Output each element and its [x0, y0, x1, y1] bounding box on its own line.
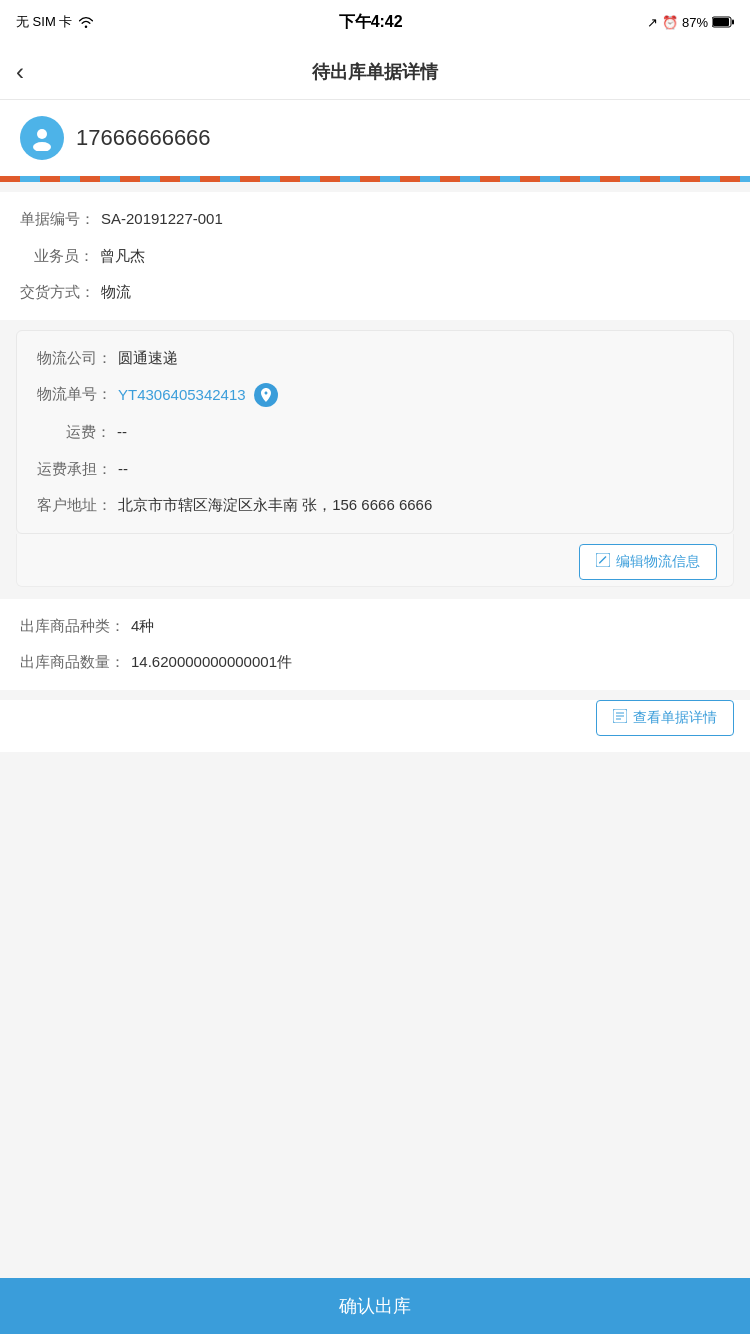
view-detail-button[interactable]: 查看单据详情 — [596, 700, 734, 736]
tracking-number-text: YT4306405342413 — [118, 384, 246, 407]
delivery-method-value: 物流 — [101, 281, 730, 304]
status-time: 下午4:42 — [339, 12, 403, 33]
doc-number-value: SA-20191227-001 — [101, 208, 730, 231]
address-value: 北京市市辖区海淀区永丰南 张，156 6666 6666 — [118, 494, 713, 517]
avatar — [20, 116, 64, 160]
item-quantity-label: 出库商品数量： — [20, 651, 131, 674]
svg-rect-1 — [713, 18, 729, 26]
logistics-company-value: 圆通速递 — [118, 347, 713, 370]
main-content: 17666666666 单据编号： SA-20191227-001 业务员： 曾… — [0, 100, 750, 1234]
delivery-method-row: 交货方式： 物流 — [20, 281, 730, 304]
sales-person-label: 业务员： — [20, 245, 100, 268]
battery-icon — [712, 16, 734, 28]
freight-bearer-label: 运费承担： — [37, 458, 118, 481]
sales-person-value: 曾凡杰 — [100, 245, 730, 268]
item-quantity-row: 出库商品数量： 14.620000000000001件 — [20, 651, 730, 674]
freight-label: 运费： — [37, 421, 117, 444]
edit-logistics-button[interactable]: 编辑物流信息 — [579, 544, 717, 580]
alarm-icon: ⏰ — [662, 15, 678, 30]
user-header: 17666666666 — [0, 100, 750, 176]
address-row: 客户地址： 北京市市辖区海淀区永丰南 张，156 6666 6666 — [37, 494, 713, 517]
doc-number-row: 单据编号： SA-20191227-001 — [20, 208, 730, 231]
logistics-card: 物流公司： 圆通速递 物流单号： YT4306405342413 运费： -- … — [16, 330, 734, 534]
delivery-method-label: 交货方式： — [20, 281, 101, 304]
location-icon: ↗ — [647, 15, 658, 30]
back-button[interactable]: ‹ — [16, 58, 24, 86]
tracking-number-row: 物流单号： YT4306405342413 — [37, 383, 713, 407]
logistics-company-label: 物流公司： — [37, 347, 118, 370]
status-right: ↗ ⏰ 87% — [647, 15, 734, 30]
item-types-row: 出库商品种类： 4种 — [20, 615, 730, 638]
svg-rect-2 — [732, 20, 734, 25]
item-types-label: 出库商品种类： — [20, 615, 131, 638]
item-quantity-value: 14.620000000000001件 — [131, 651, 730, 674]
doc-number-label: 单据编号： — [20, 208, 101, 231]
confirm-button[interactable]: 确认出库 — [0, 1278, 750, 1334]
freight-row: 运费： -- — [37, 421, 713, 444]
nav-bar: ‹ 待出库单据详情 — [0, 44, 750, 100]
user-phone: 17666666666 — [76, 125, 211, 151]
edit-logistics-row: 编辑物流信息 — [16, 534, 734, 587]
freight-bearer-row: 运费承担： -- — [37, 458, 713, 481]
view-detail-row: 查看单据详情 — [0, 700, 750, 752]
view-detail-icon — [613, 709, 627, 726]
address-label: 客户地址： — [37, 494, 118, 517]
basic-info-section: 单据编号： SA-20191227-001 业务员： 曾凡杰 交货方式： 物流 — [0, 192, 750, 320]
confirm-button-label: 确认出库 — [339, 1296, 411, 1316]
edit-logistics-label: 编辑物流信息 — [616, 553, 700, 571]
edit-icon — [596, 553, 610, 570]
location-pin-button[interactable] — [254, 383, 278, 407]
status-left: 无 SIM 卡 — [16, 13, 94, 31]
item-types-value: 4种 — [131, 615, 730, 638]
svg-point-4 — [33, 142, 51, 151]
logistics-company-row: 物流公司： 圆通速递 — [37, 347, 713, 370]
page-title: 待出库单据详情 — [312, 60, 438, 84]
view-detail-label: 查看单据详情 — [633, 709, 717, 727]
carrier-text: 无 SIM 卡 — [16, 13, 72, 31]
status-bar: 无 SIM 卡 下午4:42 ↗ ⏰ 87% — [0, 0, 750, 44]
sales-person-row: 业务员： 曾凡杰 — [20, 245, 730, 268]
battery-text: 87% — [682, 15, 708, 30]
summary-section: 出库商品种类： 4种 出库商品数量： 14.620000000000001件 — [0, 599, 750, 690]
svg-point-3 — [37, 129, 47, 139]
tracking-number-label: 物流单号： — [37, 383, 118, 406]
wifi-icon — [78, 16, 94, 28]
dashed-separator — [0, 176, 750, 182]
freight-value: -- — [117, 421, 713, 444]
tracking-number-value-wrap: YT4306405342413 — [118, 383, 713, 407]
freight-bearer-value: -- — [118, 458, 713, 481]
